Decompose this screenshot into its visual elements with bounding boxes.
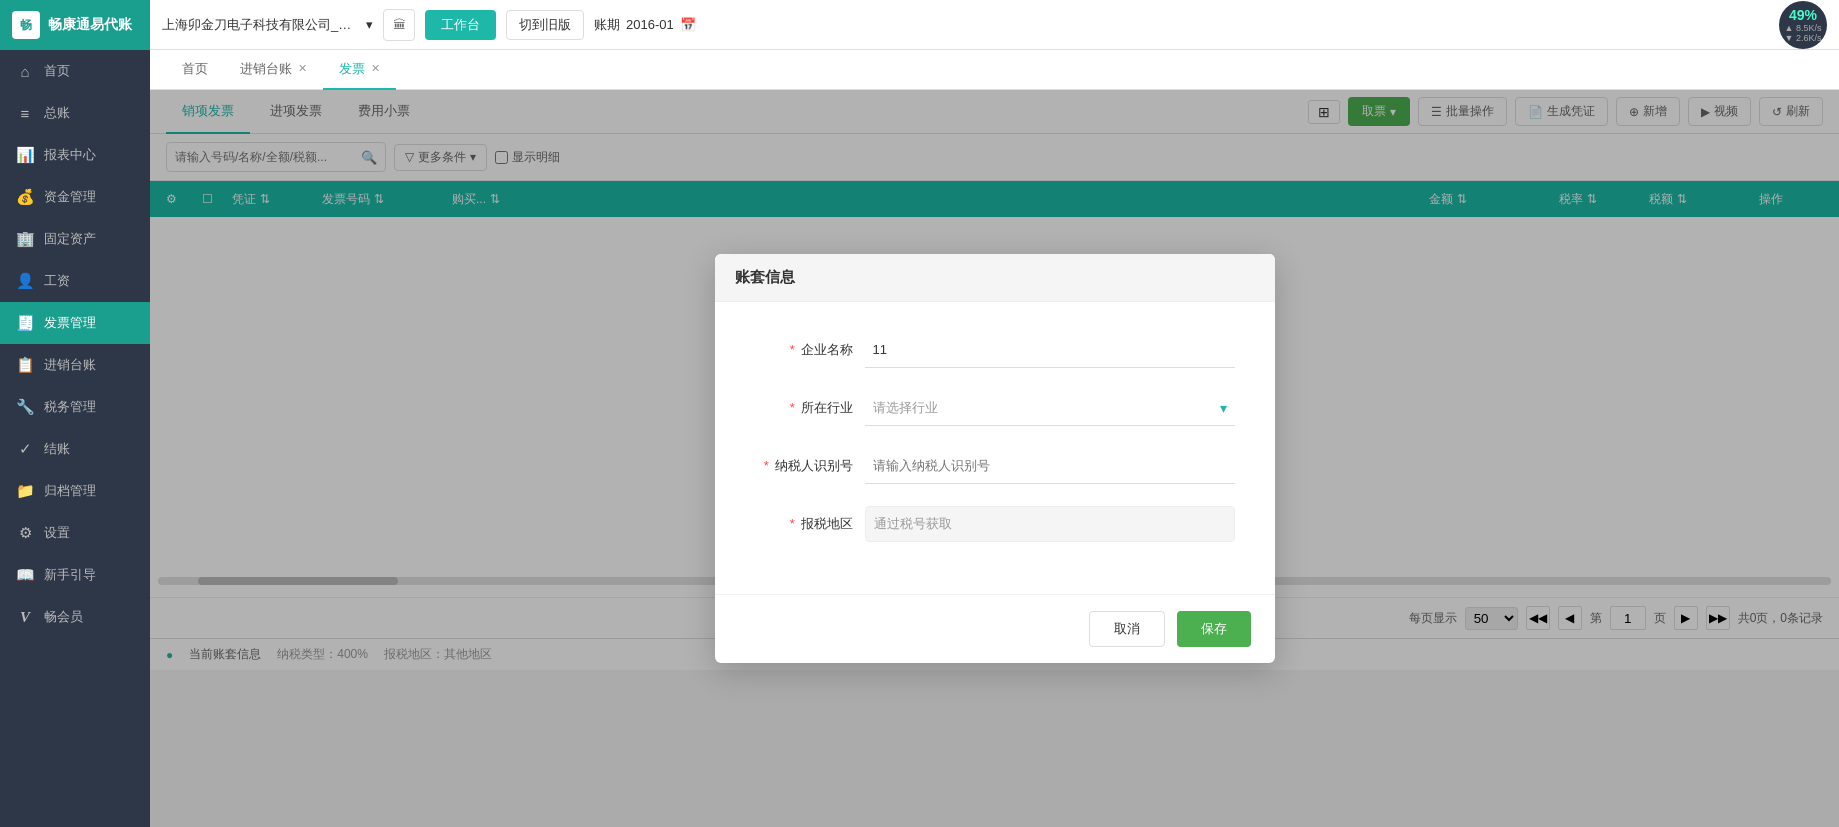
assets-icon: 🏢 xyxy=(16,230,34,248)
sidebar-item-label: 畅会员 xyxy=(44,608,83,626)
tab-invoice-label: 发票 xyxy=(339,60,365,78)
period-display: 账期 2016-01 📅 xyxy=(594,16,696,34)
sidebar-item-settings[interactable]: ⚙ 设置 xyxy=(0,512,150,554)
tab-home-label: 首页 xyxy=(182,60,208,78)
modal-header: 账套信息 xyxy=(715,254,1275,302)
modal-title: 账套信息 xyxy=(735,268,795,285)
tab-purchase-label: 进销台账 xyxy=(240,60,292,78)
sidebar-item-label: 固定资产 xyxy=(44,230,96,248)
speed-badge: 49% ▲ 8.5K/s ▼ 2.6K/s xyxy=(1779,1,1827,49)
modal-overlay: 账套信息 * 企业名称 xyxy=(150,90,1839,827)
tab-home[interactable]: 首页 xyxy=(166,50,224,90)
sidebar-item-label: 归档管理 xyxy=(44,482,96,500)
topbar-right: 49% ▲ 8.5K/s ▼ 2.6K/s xyxy=(1779,1,1827,49)
tab-purchase-close[interactable]: ✕ xyxy=(298,62,307,75)
guide-icon: 📖 xyxy=(16,566,34,584)
funds-icon: 💰 xyxy=(16,188,34,206)
sidebar-item-label: 税务管理 xyxy=(44,398,96,416)
sidebar-item-label: 进销台账 xyxy=(44,356,96,374)
industry-select-wrap: 请选择行业 ▾ xyxy=(865,390,1235,426)
tab-invoice-close[interactable]: ✕ xyxy=(371,62,380,75)
speed-up: ▲ 8.5K/s xyxy=(1785,23,1822,33)
building-icon: 🏛 xyxy=(393,17,406,32)
sidebar-item-home[interactable]: ⌂ 首页 xyxy=(0,50,150,92)
company-selector[interactable]: 上海卯金刀电子科技有限公司_（台201... ▾ xyxy=(162,16,373,34)
content-area: 销项发票 进项发票 费用小票 ⊞ 取票 ▾ xyxy=(150,90,1839,827)
home-icon: ⌂ xyxy=(16,63,34,80)
company-name-input[interactable] xyxy=(865,332,1235,368)
tax-icon: 🔧 xyxy=(16,398,34,416)
invoice-icon: 🧾 xyxy=(16,314,34,332)
taxid-label: * 纳税人识别号 xyxy=(755,457,865,475)
sidebar-item-close[interactable]: ✓ 结账 xyxy=(0,428,150,470)
period-value: 2016-01 xyxy=(626,17,674,32)
sidebar-item-funds[interactable]: 💰 资金管理 xyxy=(0,176,150,218)
sidebar-item-archive[interactable]: 📁 归档管理 xyxy=(0,470,150,512)
tab-purchase[interactable]: 进销台账 ✕ xyxy=(224,50,323,90)
reports-icon: 📊 xyxy=(16,146,34,164)
settings-icon: ⚙ xyxy=(16,524,34,542)
sidebar-logo: 畅 畅康通易代账 xyxy=(0,0,150,50)
company-name: 上海卯金刀电子科技有限公司_（台201... xyxy=(162,16,362,34)
sidebar-item-label: 新手引导 xyxy=(44,566,96,584)
logo-icon: 畅 xyxy=(12,11,40,39)
logo-text: 畅康通易代账 xyxy=(48,16,132,34)
archive-icon: 📁 xyxy=(16,482,34,500)
industry-label: * 所在行业 xyxy=(755,399,865,417)
company-dropdown-icon[interactable]: ▾ xyxy=(366,17,373,32)
save-button[interactable]: 保存 xyxy=(1177,611,1251,647)
speed-percent: 49% xyxy=(1789,7,1817,23)
form-row-tax-region: * 报税地区 通过税号获取 xyxy=(755,506,1235,542)
tax-region-label: * 报税地区 xyxy=(755,515,865,533)
industry-select[interactable] xyxy=(865,390,1235,426)
calendar-icon[interactable]: 📅 xyxy=(680,17,696,32)
sidebar-item-label: 总账 xyxy=(44,104,70,122)
company-name-label: * 企业名称 xyxy=(755,341,865,359)
sidebar-item-label: 设置 xyxy=(44,524,70,542)
sidebar-item-invoice[interactable]: 🧾 发票管理 xyxy=(0,302,150,344)
tab-invoice[interactable]: 发票 ✕ xyxy=(323,50,396,90)
tax-region-display: 通过税号获取 xyxy=(865,506,1235,542)
form-row-industry: * 所在行业 请选择行业 ▾ xyxy=(755,390,1235,426)
topbar: 上海卯金刀电子科技有限公司_（台201... ▾ 🏛 工作台 切到旧版 账期 2… xyxy=(150,0,1839,50)
old-version-button[interactable]: 切到旧版 xyxy=(506,10,584,40)
modal-body: * 企业名称 * 所在行业 xyxy=(715,302,1275,594)
sidebar-item-tax[interactable]: 🔧 税务管理 xyxy=(0,386,150,428)
speed-down: ▼ 2.6K/s xyxy=(1785,33,1822,43)
sidebar-item-salary[interactable]: 👤 工资 xyxy=(0,260,150,302)
sidebar-item-label: 发票管理 xyxy=(44,314,96,332)
form-row-taxid: * 纳税人识别号 xyxy=(755,448,1235,484)
account-info-modal: 账套信息 * 企业名称 xyxy=(715,254,1275,663)
purchase-icon: 📋 xyxy=(16,356,34,374)
page-tabs: 首页 进销台账 ✕ 发票 ✕ xyxy=(150,50,1839,90)
sidebar-nav: ⌂ 首页 ≡ 总账 📊 报表中心 💰 资金管理 🏢 固定资产 👤 工资 xyxy=(0,50,150,827)
period-label: 账期 xyxy=(594,16,620,34)
sidebar-item-ledger[interactable]: ≡ 总账 xyxy=(0,92,150,134)
workbench-button[interactable]: 工作台 xyxy=(425,10,496,40)
sidebar: 畅 畅康通易代账 ⌂ 首页 ≡ 总账 📊 报表中心 💰 资金管理 🏢 xyxy=(0,0,150,827)
sidebar-item-member[interactable]: V 畅会员 xyxy=(0,596,150,638)
ledger-icon: ≡ xyxy=(16,105,34,122)
main-content: 上海卯金刀电子科技有限公司_（台201... ▾ 🏛 工作台 切到旧版 账期 2… xyxy=(150,0,1839,827)
company-icon-btn[interactable]: 🏛 xyxy=(383,9,415,41)
sidebar-item-assets[interactable]: 🏢 固定资产 xyxy=(0,218,150,260)
sidebar-item-label: 结账 xyxy=(44,440,70,458)
sidebar-item-label: 资金管理 xyxy=(44,188,96,206)
sidebar-item-reports[interactable]: 📊 报表中心 xyxy=(0,134,150,176)
modal-footer: 取消 保存 xyxy=(715,594,1275,663)
taxid-input[interactable] xyxy=(865,448,1235,484)
member-icon: V xyxy=(16,609,34,626)
sidebar-item-label: 首页 xyxy=(44,62,70,80)
form-row-company: * 企业名称 xyxy=(755,332,1235,368)
sidebar-item-label: 工资 xyxy=(44,272,70,290)
close-accounts-icon: ✓ xyxy=(16,440,34,458)
sidebar-item-purchase[interactable]: 📋 进销台账 xyxy=(0,344,150,386)
cancel-button[interactable]: 取消 xyxy=(1089,611,1165,647)
sidebar-item-label: 报表中心 xyxy=(44,146,96,164)
salary-icon: 👤 xyxy=(16,272,34,290)
sidebar-item-guide[interactable]: 📖 新手引导 xyxy=(0,554,150,596)
